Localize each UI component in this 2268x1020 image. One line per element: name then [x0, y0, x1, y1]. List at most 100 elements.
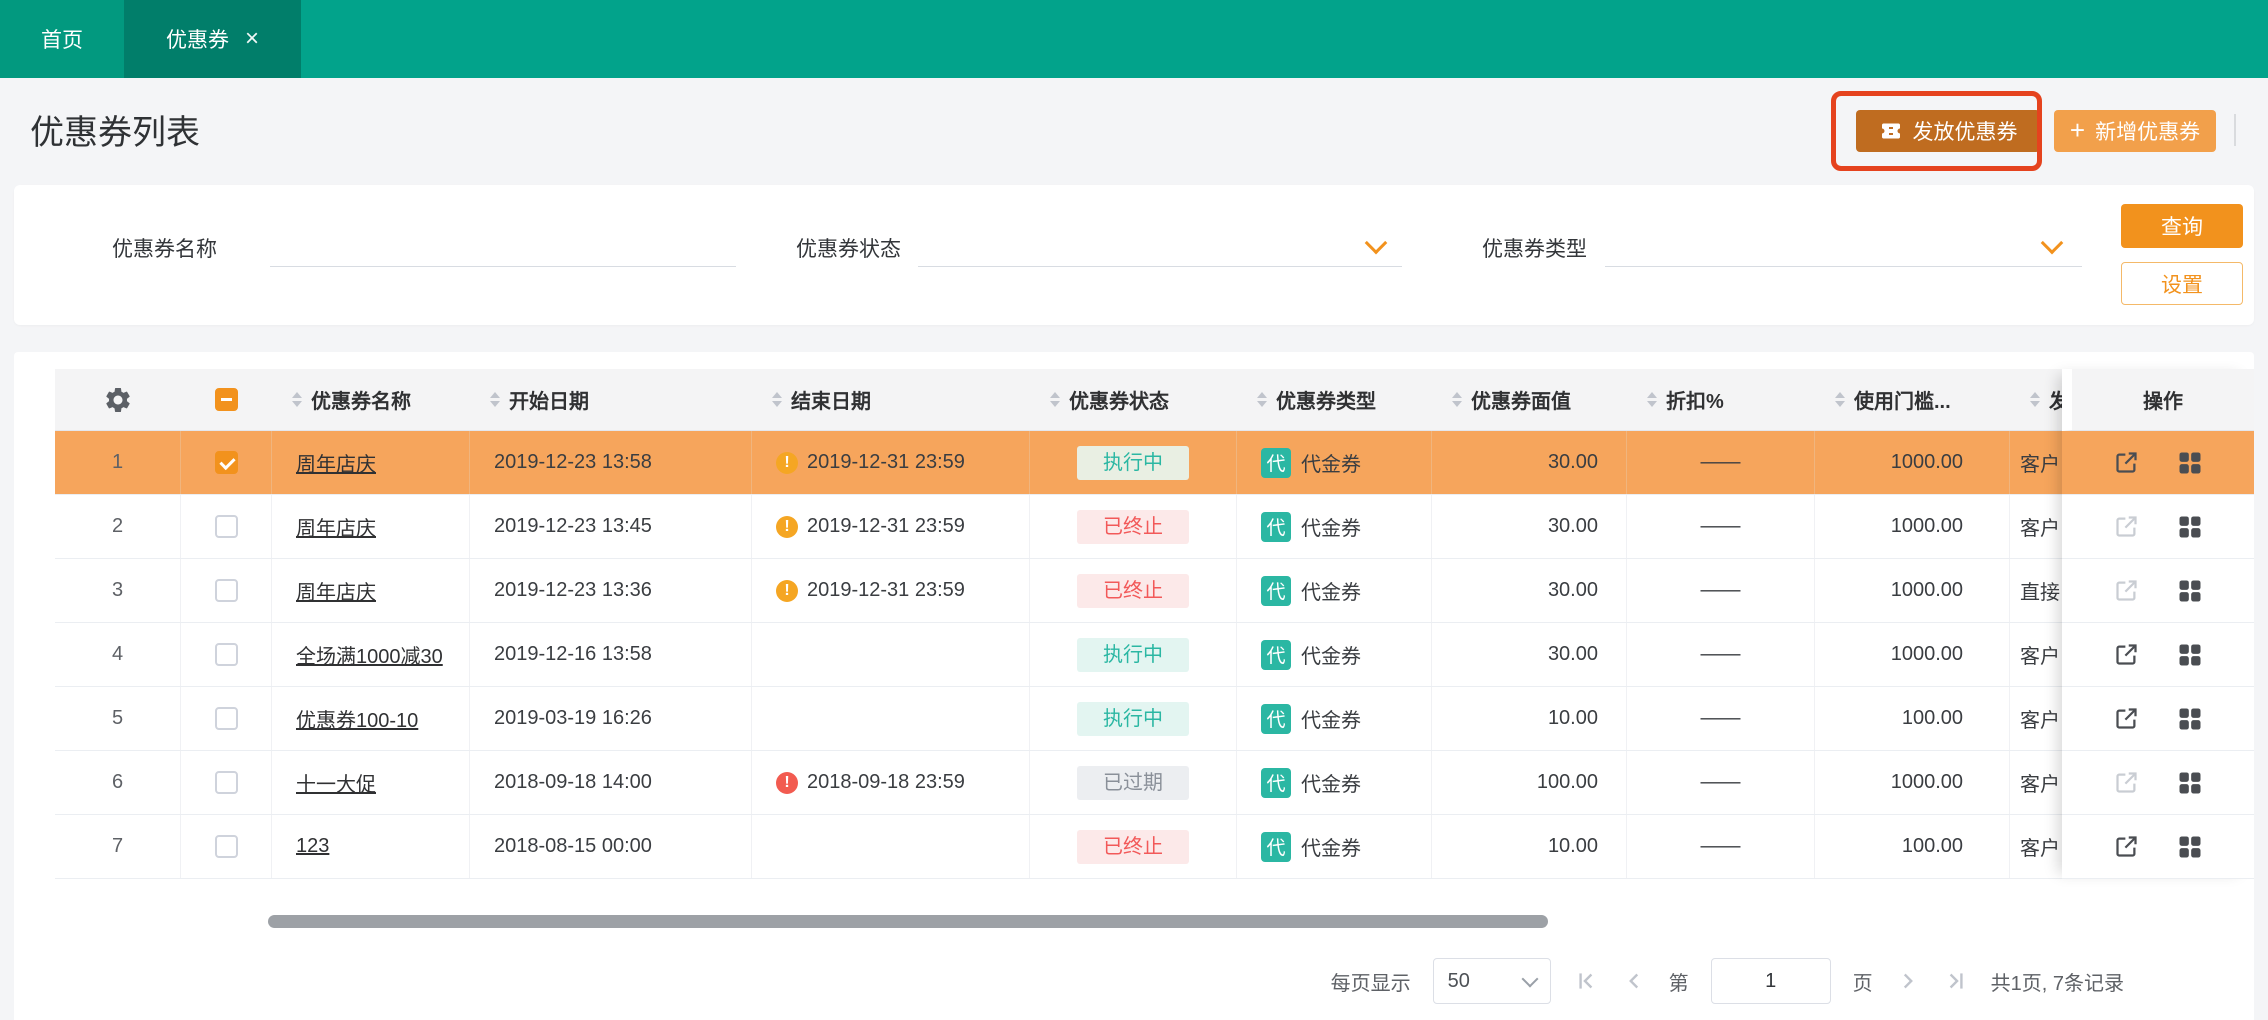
end-date-text: 2019-12-31 23:59	[807, 579, 965, 601]
type-label: 代金券	[1301, 646, 1361, 668]
header-coupon-name[interactable]: 优惠券名称	[272, 369, 470, 430]
share-icon[interactable]	[2113, 833, 2140, 860]
sort-icon[interactable]	[1050, 392, 1060, 407]
header-end-date[interactable]: 结束日期	[752, 369, 1030, 430]
share-icon[interactable]	[2113, 449, 2140, 476]
coupon-name-link[interactable]: 周年店庆	[296, 448, 376, 477]
gear-icon[interactable]	[103, 385, 133, 415]
close-icon[interactable]: ×	[245, 27, 259, 51]
search-button[interactable]: 查询	[2121, 204, 2243, 248]
grid-icon[interactable]	[2176, 705, 2204, 733]
add-coupon-button[interactable]: + 新增优惠券	[2054, 110, 2216, 152]
grid-icon[interactable]	[2176, 833, 2204, 861]
share-icon[interactable]	[2113, 769, 2140, 796]
start-date-cell: 2018-08-15 00:00	[470, 815, 752, 878]
discount-cell: ——	[1627, 431, 1815, 494]
sort-icon[interactable]	[490, 392, 500, 407]
header-discount[interactable]: 折扣%	[1627, 369, 1815, 430]
header-start-date[interactable]: 开始日期	[470, 369, 752, 430]
header-face-value[interactable]: 优惠券面值	[1432, 369, 1627, 430]
table-body: 1 周年店庆 2019-12-23 13:58 2019-12-31 23:59…	[55, 431, 2254, 879]
threshold-cell: 1000.00	[1815, 751, 2010, 814]
coupon-name-link[interactable]: 优惠券100-10	[296, 704, 418, 733]
grid-icon[interactable]	[2176, 769, 2204, 797]
sort-icon[interactable]	[1835, 392, 1845, 407]
row-index: 5	[55, 687, 181, 750]
coupon-name-link[interactable]: 全场满1000减30	[296, 640, 443, 669]
row-checkbox[interactable]	[214, 835, 238, 858]
row-actions-cell	[2062, 495, 2254, 559]
row-actions-cell	[2062, 623, 2254, 687]
sort-icon[interactable]	[1257, 392, 1267, 407]
status-badge: 已终止	[1077, 573, 1189, 608]
distribute-coupon-button[interactable]: 发放优惠券	[1856, 110, 2040, 152]
sort-icon[interactable]	[1452, 392, 1462, 407]
end-date-cell: 2018-09-18 23:59	[752, 751, 1030, 814]
face-value-cell: 30.00	[1432, 623, 1627, 686]
coupon-name-link[interactable]: 周年店庆	[296, 576, 376, 605]
type-label: 代金券	[1301, 774, 1361, 796]
column-settings-header[interactable]	[55, 369, 181, 430]
per-page-select[interactable]: 50	[1432, 958, 1551, 1004]
status-badge: 已终止	[1077, 829, 1189, 864]
grid-icon[interactable]	[2176, 513, 2204, 541]
coupon-name-input[interactable]	[270, 225, 736, 267]
page-title: 优惠券列表	[30, 114, 200, 152]
voucher-type-icon: 代	[1261, 703, 1291, 734]
table-header-row: 优惠券名称 开始日期 结束日期 优惠券状态 优惠券类型 优惠券面值 折扣% 使用…	[55, 369, 2130, 431]
page-number-input[interactable]	[1710, 958, 1831, 1004]
end-date-cell	[752, 815, 1030, 878]
end-date-text: 2019-12-31 23:59	[807, 451, 965, 473]
sort-icon[interactable]	[2030, 392, 2040, 407]
distribute-coupon-label: 发放优惠券	[1912, 121, 2018, 144]
row-checkbox[interactable]	[214, 579, 238, 602]
grid-icon[interactable]	[2176, 449, 2204, 477]
row-checkbox[interactable]	[214, 451, 238, 474]
share-icon[interactable]	[2113, 513, 2140, 540]
threshold-cell: 1000.00	[1815, 559, 2010, 622]
coupon-name-link[interactable]: 周年店庆	[296, 512, 376, 541]
scrollbar-thumb[interactable]	[268, 915, 1548, 928]
share-icon[interactable]	[2113, 577, 2140, 604]
start-date-cell: 2019-12-23 13:36	[470, 559, 752, 622]
type-label: 代金券	[1301, 838, 1361, 860]
type-label: 代金券	[1301, 582, 1361, 604]
coupon-name-link[interactable]: 十一大促	[296, 768, 376, 797]
tab-coupon[interactable]: 优惠券 ×	[124, 0, 301, 78]
chevron-down-icon	[2040, 231, 2064, 255]
sort-icon[interactable]	[772, 392, 782, 407]
status-badge: 执行中	[1077, 637, 1189, 672]
row-checkbox[interactable]	[214, 515, 238, 538]
row-checkbox[interactable]	[214, 707, 238, 730]
tab-home-label: 首页	[41, 29, 83, 52]
status-badge: 执行中	[1077, 445, 1189, 480]
row-index: 2	[55, 495, 181, 558]
grid-icon[interactable]	[2176, 577, 2204, 605]
sort-icon[interactable]	[292, 392, 302, 407]
tab-coupon-label: 优惠券	[165, 29, 229, 52]
next-page-button[interactable]	[1895, 968, 1921, 994]
tab-home[interactable]: 首页	[0, 0, 124, 78]
filter-panel: 优惠券名称 优惠券状态 优惠券类型 查询 设置	[14, 185, 2254, 325]
row-checkbox[interactable]	[214, 771, 238, 794]
coupon-name-link[interactable]: 123	[296, 835, 329, 858]
face-value-cell: 30.00	[1432, 559, 1627, 622]
sort-icon[interactable]	[1647, 392, 1657, 407]
header-coupon-status[interactable]: 优惠券状态	[1030, 369, 1237, 430]
share-icon[interactable]	[2113, 641, 2140, 668]
header-threshold[interactable]: 使用门槛...	[1815, 369, 2010, 430]
first-page-button[interactable]	[1573, 968, 1599, 994]
row-actions-cell	[2062, 559, 2254, 623]
row-checkbox[interactable]	[214, 643, 238, 666]
select-all-checkbox[interactable]	[215, 388, 238, 411]
coupon-status-select[interactable]	[918, 225, 1402, 267]
header-coupon-type[interactable]: 优惠券类型	[1237, 369, 1432, 430]
grid-icon[interactable]	[2176, 641, 2204, 669]
coupon-type-select[interactable]	[1605, 225, 2082, 267]
coupon-status-filter-label: 优惠券状态	[796, 238, 901, 261]
share-icon[interactable]	[2113, 705, 2140, 732]
discount-cell: ——	[1627, 495, 1815, 558]
prev-page-button[interactable]	[1621, 968, 1647, 994]
last-page-button[interactable]	[1943, 968, 1969, 994]
settings-button[interactable]: 设置	[2121, 262, 2243, 305]
